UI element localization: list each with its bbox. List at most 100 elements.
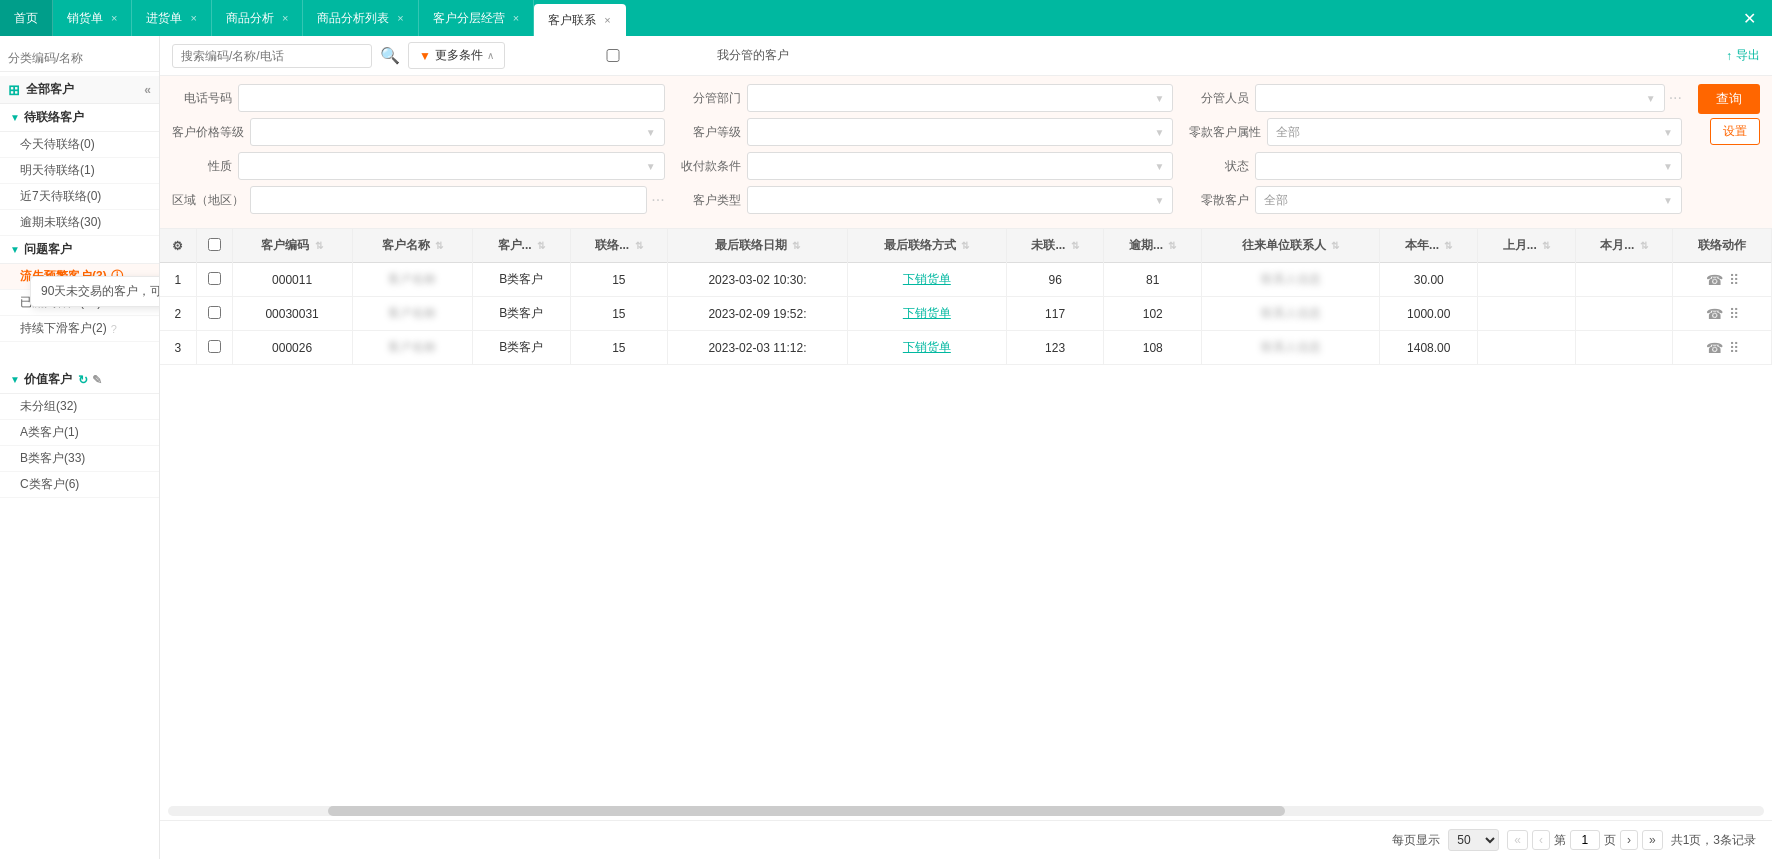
query-button[interactable]: 查询 xyxy=(1698,84,1760,114)
sidebar-search-input[interactable] xyxy=(8,51,158,65)
col-name-sort-icon[interactable]: ⇅ xyxy=(435,240,443,251)
region-more-icon[interactable]: ··· xyxy=(651,191,664,209)
sidebar-item-class-a[interactable]: A类客户(1) xyxy=(0,420,159,446)
export-button[interactable]: ↑ 导出 xyxy=(1726,47,1760,64)
phone-input[interactable] xyxy=(238,84,665,112)
search-button[interactable]: 🔍 xyxy=(380,46,400,65)
last-contact-way-link[interactable]: 下销货单 xyxy=(903,272,951,286)
message-icon[interactable]: ☎ xyxy=(1706,340,1723,356)
payment-select[interactable]: ▼ xyxy=(747,152,1174,180)
tab-sales-close[interactable]: × xyxy=(111,12,117,24)
more-icon[interactable]: ⠿ xyxy=(1729,340,1739,356)
tab-sales[interactable]: 销货单 × xyxy=(53,0,132,36)
col-last-contact-way-sort-icon[interactable]: ⇅ xyxy=(961,240,969,251)
sidebar-group-problem[interactable]: ▼ 问题客户 xyxy=(0,236,159,264)
tab-purchase[interactable]: 进货单 × xyxy=(132,0,211,36)
first-page-button[interactable]: « xyxy=(1507,830,1528,850)
price-level-select[interactable]: ▼ xyxy=(250,118,665,146)
cell-name: 客户名称 xyxy=(352,331,472,365)
cell-type: B类客户 xyxy=(472,297,570,331)
col-overdue-sort-icon[interactable]: ⇅ xyxy=(1168,240,1176,251)
col-code-sort-icon[interactable]: ⇅ xyxy=(315,240,323,251)
row-checkbox[interactable] xyxy=(208,272,221,285)
row-checkbox[interactable] xyxy=(208,340,221,353)
table-row: 1 000011 客户名称 B类客户 15 2023-03-02 10:30: … xyxy=(160,263,1772,297)
per-page-select[interactable]: 50 100 200 xyxy=(1448,829,1499,851)
last-contact-way-link[interactable]: 下销货单 xyxy=(903,306,951,320)
col-this-month-sort-icon[interactable]: ⇅ xyxy=(1640,240,1648,251)
all-customers-header[interactable]: ⊞ 全部客户 « xyxy=(0,76,159,104)
advanced-filter-panel: 电话号码 分管部门 ▼ 分管人员 xyxy=(160,76,1772,229)
sidebar-group-value-label: 价值客户 xyxy=(24,371,72,388)
more-icon[interactable]: ⠿ xyxy=(1729,272,1739,288)
zero-attr-select[interactable]: 全部 ▼ xyxy=(1267,118,1682,146)
tab-product-list-close[interactable]: × xyxy=(397,12,403,24)
sidebar-group-value[interactable]: ▼ 价值客户 ↻ ✎ xyxy=(0,366,159,394)
last-contact-way-link[interactable]: 下销货单 xyxy=(903,340,951,354)
last-page-button[interactable]: » xyxy=(1642,830,1663,850)
col-last-contact-date-sort-icon[interactable]: ⇅ xyxy=(792,240,800,251)
edit-icon[interactable]: ✎ xyxy=(92,373,102,387)
customer-type-select[interactable]: ▼ xyxy=(747,186,1174,214)
region-input[interactable] xyxy=(250,186,647,214)
tab-product-analysis[interactable]: 商品分析 × xyxy=(212,0,303,36)
cell-type: B类客户 xyxy=(472,331,570,365)
dept-select[interactable]: ▼ xyxy=(747,84,1174,112)
tab-purchase-close[interactable]: × xyxy=(190,12,196,24)
message-icon[interactable]: ☎ xyxy=(1706,306,1723,322)
sidebar-item-declining[interactable]: 持续下滑客户(2) ? xyxy=(0,316,159,342)
my-customers-checkbox-area[interactable]: 我分管的客户 xyxy=(513,47,789,64)
my-customers-checkbox[interactable] xyxy=(513,49,713,62)
col-this-year-sort-icon[interactable]: ⇅ xyxy=(1444,240,1452,251)
settings-button[interactable]: 设置 xyxy=(1710,118,1760,145)
sidebar-item-today[interactable]: 今天待联络(0) xyxy=(0,132,159,158)
page-number-input[interactable] xyxy=(1570,830,1600,850)
nature-select[interactable]: ▼ xyxy=(238,152,665,180)
sidebar-item-tomorrow[interactable]: 明天待联络(1) xyxy=(0,158,159,184)
window-close-button[interactable]: ✕ xyxy=(1727,9,1772,28)
cell-checkbox[interactable] xyxy=(196,297,232,331)
collapse-icon[interactable]: « xyxy=(144,83,151,97)
tab-product-analysis-close[interactable]: × xyxy=(282,12,288,24)
sidebar-group-problem-label: 问题客户 xyxy=(24,241,72,258)
tab-customer-contact[interactable]: 客户联系 × xyxy=(534,4,625,36)
sidebar-item-class-c[interactable]: C类客户(6) xyxy=(0,472,159,498)
sidebar-item-overdue[interactable]: 逾期未联络(30) xyxy=(0,210,159,236)
refresh-icon[interactable]: ↻ xyxy=(78,373,88,387)
tab-customer-tier[interactable]: 客户分层经营 × xyxy=(419,0,534,36)
tab-customer-contact-close[interactable]: × xyxy=(604,14,610,26)
col-last-month-sort-icon[interactable]: ⇅ xyxy=(1542,240,1550,251)
zero-customer-select[interactable]: 全部 ▼ xyxy=(1255,186,1682,214)
row-checkbox[interactable] xyxy=(208,306,221,319)
manager-more-icon[interactable]: ··· xyxy=(1669,89,1682,107)
scrollbar-thumb[interactable] xyxy=(328,806,1286,816)
next-page-button[interactable]: › xyxy=(1620,830,1638,850)
col-unit-contact-sort-icon[interactable]: ⇅ xyxy=(1331,240,1339,251)
prev-page-button[interactable]: ‹ xyxy=(1532,830,1550,850)
tab-customer-tier-close[interactable]: × xyxy=(513,12,519,24)
cell-this-month xyxy=(1575,263,1673,297)
tab-product-list[interactable]: 商品分析列表 × xyxy=(303,0,418,36)
status-select[interactable]: ▼ xyxy=(1255,152,1682,180)
sidebar-group-pending[interactable]: ▼ 待联络客户 xyxy=(0,104,159,132)
col-contact-sort-icon[interactable]: ⇅ xyxy=(635,240,643,251)
search-input[interactable] xyxy=(172,44,372,68)
select-all-checkbox[interactable] xyxy=(208,238,221,251)
filter-field-region: 区域（地区） ··· xyxy=(172,186,665,214)
sidebar-item-7days[interactable]: 近7天待联络(0) xyxy=(0,184,159,210)
cell-index: 2 xyxy=(160,297,196,331)
settings-icon[interactable]: ⚙ xyxy=(172,239,183,253)
customer-level-select[interactable]: ▼ xyxy=(747,118,1174,146)
tab-home[interactable]: 首页 xyxy=(0,0,53,36)
cell-checkbox[interactable] xyxy=(196,331,232,365)
col-type-sort-icon[interactable]: ⇅ xyxy=(537,240,545,251)
sidebar-item-ungrouped[interactable]: 未分组(32) xyxy=(0,394,159,420)
horizontal-scrollbar[interactable] xyxy=(168,806,1764,816)
message-icon[interactable]: ☎ xyxy=(1706,272,1723,288)
cell-checkbox[interactable] xyxy=(196,263,232,297)
more-conditions-button[interactable]: ▼ 更多条件 ∧ xyxy=(408,42,505,69)
sidebar-item-class-b[interactable]: B类客户(33) xyxy=(0,446,159,472)
more-icon[interactable]: ⠿ xyxy=(1729,306,1739,322)
manager-select[interactable]: ▼ xyxy=(1255,84,1664,112)
col-not-contacted-sort-icon[interactable]: ⇅ xyxy=(1071,240,1079,251)
